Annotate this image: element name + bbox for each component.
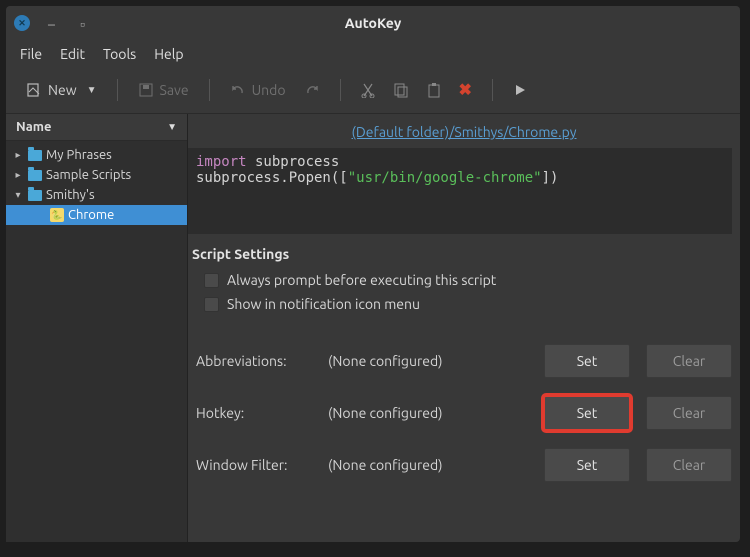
app-window: – ▫ AutoKey File Edit Tools Help New ▼ S… bbox=[6, 6, 740, 542]
delete-button[interactable]: ✖ bbox=[453, 76, 478, 103]
tree-item-sample-scripts[interactable]: ▸ Sample Scripts bbox=[6, 165, 187, 185]
menu-file[interactable]: File bbox=[20, 46, 42, 62]
menu-edit[interactable]: Edit bbox=[60, 46, 85, 62]
tree-label: My Phrases bbox=[46, 148, 112, 162]
copy-button[interactable] bbox=[387, 78, 415, 102]
breadcrumb-link[interactable]: (Default folder)/Smithys/Chrome.py bbox=[188, 114, 740, 148]
code-editor[interactable]: import subprocess subprocess.Popen(["usr… bbox=[188, 148, 732, 234]
main-split: Name ▼ ▸ My Phrases ▸ Sample Scripts ▾ S bbox=[6, 114, 740, 542]
window-title: AutoKey bbox=[6, 15, 740, 31]
save-icon bbox=[138, 82, 154, 98]
code-keyword: import bbox=[196, 154, 247, 170]
play-icon bbox=[513, 83, 527, 97]
code-text: ]) bbox=[542, 170, 559, 186]
separator bbox=[117, 79, 118, 101]
redo-button[interactable]: Redo bbox=[298, 79, 326, 101]
settings-grid: Abbreviations: (None configured) Set Cle… bbox=[188, 344, 740, 482]
toolbar: New ▼ Save Undo Redo bbox=[6, 72, 740, 114]
hotkey-clear-button[interactable]: Clear bbox=[646, 396, 732, 430]
code-string: "usr/bin/google-chrome" bbox=[348, 170, 542, 186]
code-text: subprocess.Popen([ bbox=[196, 170, 348, 186]
tree-label: Smithy's bbox=[46, 188, 95, 202]
chevron-down-icon: ▼ bbox=[167, 121, 177, 133]
abbreviations-clear-button[interactable]: Clear bbox=[646, 344, 732, 378]
window-filter-label: Window Filter: bbox=[196, 457, 312, 473]
run-button[interactable] bbox=[507, 79, 533, 101]
folder-icon bbox=[28, 190, 42, 201]
code-text: subprocess bbox=[247, 154, 340, 170]
expand-icon: ▸ bbox=[12, 149, 24, 161]
tree-item-my-phrases[interactable]: ▸ My Phrases bbox=[6, 145, 187, 165]
paste-button[interactable] bbox=[421, 78, 447, 102]
checkbox-label: Show in notification icon menu bbox=[227, 296, 420, 312]
save-button[interactable]: Save bbox=[132, 78, 195, 102]
chevron-down-icon: ▼ bbox=[87, 84, 97, 96]
hotkey-label: Hotkey: bbox=[196, 405, 312, 421]
menu-help[interactable]: Help bbox=[154, 46, 183, 62]
checkbox-label: Always prompt before executing this scri… bbox=[227, 272, 496, 288]
save-label: Save bbox=[160, 82, 189, 98]
cut-icon bbox=[361, 82, 375, 98]
new-file-icon bbox=[26, 82, 42, 98]
tree: ▸ My Phrases ▸ Sample Scripts ▾ Smithy's… bbox=[6, 141, 187, 229]
new-label: New bbox=[48, 82, 77, 98]
minimize-icon[interactable]: – bbox=[48, 16, 62, 30]
window-filter-clear-button[interactable]: Clear bbox=[646, 448, 732, 482]
titlebar: – ▫ AutoKey bbox=[6, 6, 740, 40]
script-settings-title: Script Settings bbox=[188, 234, 740, 268]
menu-tools[interactable]: Tools bbox=[103, 46, 136, 62]
delete-icon: ✖ bbox=[459, 80, 472, 99]
sidebar-header[interactable]: Name ▼ bbox=[6, 114, 187, 141]
folder-icon bbox=[28, 150, 42, 161]
sidebar: Name ▼ ▸ My Phrases ▸ Sample Scripts ▾ S bbox=[6, 114, 188, 542]
always-prompt-row[interactable]: Always prompt before executing this scri… bbox=[188, 268, 740, 292]
undo-button[interactable]: Undo bbox=[224, 78, 292, 102]
separator bbox=[340, 79, 341, 101]
checkbox-icon[interactable] bbox=[204, 297, 219, 312]
undo-label: Undo bbox=[252, 82, 286, 98]
show-notification-row[interactable]: Show in notification icon menu bbox=[188, 292, 740, 316]
tree-item-chrome[interactable]: 🐍 Chrome bbox=[6, 205, 187, 225]
python-icon: 🐍 bbox=[50, 208, 64, 222]
content-pane: (Default folder)/Smithys/Chrome.py impor… bbox=[188, 114, 740, 542]
maximize-icon[interactable]: ▫ bbox=[80, 16, 94, 30]
cut-button[interactable] bbox=[355, 78, 381, 102]
hotkey-value: (None configured) bbox=[328, 405, 528, 421]
separator bbox=[492, 79, 493, 101]
folder-icon bbox=[28, 170, 42, 181]
window-filter-value: (None configured) bbox=[328, 457, 528, 473]
tree-label: Sample Scripts bbox=[46, 168, 131, 182]
tree-label: Chrome bbox=[68, 208, 114, 222]
paste-icon bbox=[427, 82, 441, 98]
close-icon[interactable] bbox=[14, 15, 30, 31]
window-filter-set-button[interactable]: Set bbox=[544, 448, 630, 482]
abbreviations-value: (None configured) bbox=[328, 353, 528, 369]
separator bbox=[209, 79, 210, 101]
hotkey-set-button[interactable]: Set bbox=[544, 396, 630, 430]
sidebar-header-label: Name bbox=[16, 120, 51, 134]
abbreviations-label: Abbreviations: bbox=[196, 353, 312, 369]
expand-icon: ▸ bbox=[12, 169, 24, 181]
redo-icon bbox=[304, 83, 320, 97]
undo-icon bbox=[230, 83, 246, 97]
checkbox-icon[interactable] bbox=[204, 273, 219, 288]
new-button[interactable]: New ▼ bbox=[20, 78, 103, 102]
copy-icon bbox=[393, 82, 409, 98]
abbreviations-set-button[interactable]: Set bbox=[544, 344, 630, 378]
collapse-icon: ▾ bbox=[12, 189, 24, 201]
tree-item-smithys[interactable]: ▾ Smithy's bbox=[6, 185, 187, 205]
menubar: File Edit Tools Help bbox=[6, 40, 740, 72]
